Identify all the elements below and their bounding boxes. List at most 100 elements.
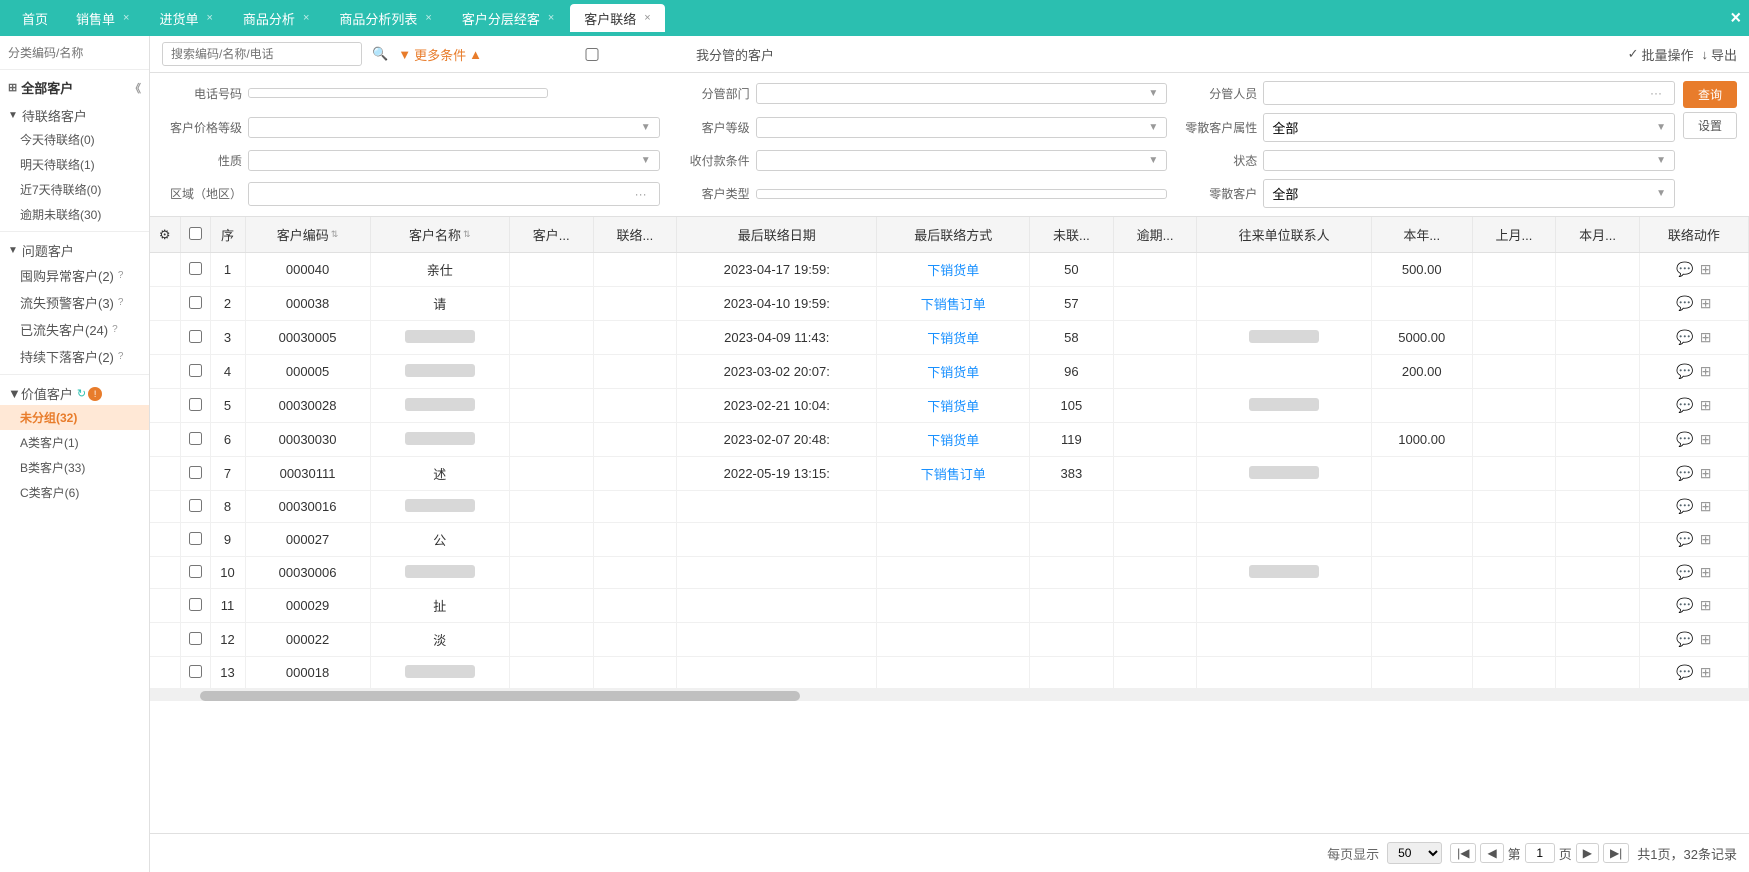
col-this-year-header[interactable]: 本年... bbox=[1371, 217, 1472, 253]
tab-customer-segment-close[interactable]: × bbox=[548, 12, 554, 24]
chat-icon[interactable]: 💬 bbox=[1676, 564, 1693, 581]
more-conditions-btn[interactable]: ▼ 更多条件 ▲ bbox=[398, 45, 482, 64]
chat-icon[interactable]: 💬 bbox=[1676, 664, 1693, 681]
grid-action-icon[interactable]: ⊞ bbox=[1700, 498, 1712, 515]
contact-method-link[interactable]: 下销货单 bbox=[927, 263, 979, 278]
row-checkbox[interactable] bbox=[189, 262, 202, 275]
cell-last-contact-method[interactable]: 下销货单 bbox=[877, 355, 1030, 389]
cell-checkbox[interactable] bbox=[180, 457, 210, 491]
tomorrow-pending-item[interactable]: 明天待联络(1) bbox=[0, 152, 149, 177]
purchase-anomaly-item[interactable]: 囤购异常客户(2) ? bbox=[0, 262, 149, 289]
grid-action-icon[interactable]: ⊞ bbox=[1700, 329, 1712, 346]
batch-operations-btn[interactable]: ✓ 批量操作 bbox=[1628, 45, 1694, 64]
status-input[interactable]: ▼ bbox=[1263, 150, 1675, 171]
next-page-btn[interactable]: ▶ bbox=[1576, 843, 1599, 863]
class-c-item[interactable]: C类客户(6) bbox=[0, 480, 149, 505]
tab-sales-close[interactable]: × bbox=[123, 12, 129, 24]
col-last-contact-date-header[interactable]: 最后联络日期 bbox=[677, 217, 877, 253]
today-pending-item[interactable]: 今天待联络(0) bbox=[0, 127, 149, 152]
first-page-btn[interactable]: |◀ bbox=[1450, 843, 1476, 863]
customer-level-input[interactable]: ▼ bbox=[756, 117, 1168, 138]
cell-last-contact-method[interactable] bbox=[877, 623, 1030, 657]
search-input[interactable] bbox=[162, 42, 362, 66]
grid-action-icon[interactable]: ⊞ bbox=[1700, 597, 1712, 614]
prev-page-btn[interactable]: ◀ bbox=[1480, 843, 1503, 863]
col-checkbox-header[interactable] bbox=[180, 217, 210, 253]
region-input[interactable]: ··· bbox=[248, 182, 660, 206]
col-settings-header[interactable]: ⚙ bbox=[150, 217, 180, 253]
cell-last-contact-method[interactable] bbox=[877, 523, 1030, 557]
row-checkbox[interactable] bbox=[189, 330, 202, 343]
week-pending-item[interactable]: 近7天待联络(0) bbox=[0, 177, 149, 202]
price-level-input[interactable]: ▼ bbox=[248, 117, 660, 138]
tab-analysis-list[interactable]: 商品分析列表 × bbox=[325, 4, 445, 32]
overdue-pending-item[interactable]: 逾期未联络(30) bbox=[0, 202, 149, 227]
cell-last-contact-method[interactable]: 下销售订单 bbox=[877, 457, 1030, 491]
last-page-btn[interactable]: ▶| bbox=[1603, 843, 1629, 863]
reset-button[interactable]: 设置 bbox=[1683, 112, 1737, 139]
cell-checkbox[interactable] bbox=[180, 657, 210, 689]
cell-checkbox[interactable] bbox=[180, 623, 210, 657]
nature-input[interactable]: ▼ bbox=[248, 150, 660, 171]
window-close-button[interactable]: × bbox=[1730, 8, 1741, 29]
cell-checkbox[interactable] bbox=[180, 253, 210, 287]
grid-action-icon[interactable]: ⊞ bbox=[1700, 465, 1712, 482]
cell-checkbox[interactable] bbox=[180, 491, 210, 523]
grid-action-icon[interactable]: ⊞ bbox=[1700, 631, 1712, 648]
page-size-select[interactable]: 501020100 bbox=[1387, 842, 1442, 864]
row-checkbox[interactable] bbox=[189, 598, 202, 611]
row-checkbox[interactable] bbox=[189, 296, 202, 309]
cell-checkbox[interactable] bbox=[180, 589, 210, 623]
col-no-contact-header[interactable]: 未联... bbox=[1030, 217, 1114, 253]
cell-checkbox[interactable] bbox=[180, 321, 210, 355]
payment-input[interactable]: ▼ bbox=[756, 150, 1168, 171]
row-checkbox[interactable] bbox=[189, 499, 202, 512]
cell-checkbox[interactable] bbox=[180, 523, 210, 557]
search-icon[interactable]: 🔍 bbox=[372, 46, 388, 62]
customer-type-input[interactable] bbox=[756, 189, 1168, 199]
cell-checkbox[interactable] bbox=[180, 389, 210, 423]
col-contact-header[interactable]: 联络... bbox=[593, 217, 677, 253]
row-checkbox[interactable] bbox=[189, 632, 202, 645]
cell-last-contact-method[interactable]: 下销货单 bbox=[877, 321, 1030, 355]
tab-customer-segment[interactable]: 客户分层经客 × bbox=[448, 4, 568, 32]
sidebar-search-input[interactable] bbox=[8, 46, 150, 60]
contact-method-link[interactable]: 下销货单 bbox=[927, 331, 979, 346]
refresh-icon[interactable]: ↻ bbox=[77, 387, 86, 400]
tab-analysis[interactable]: 商品分析 × bbox=[229, 4, 323, 32]
retail-attr-input[interactable]: 全部 ▼ bbox=[1263, 113, 1675, 142]
problem-customer-group[interactable]: ▼ 问题客户 bbox=[0, 236, 149, 262]
select-all-checkbox[interactable] bbox=[189, 227, 202, 240]
page-number-input[interactable] bbox=[1525, 843, 1555, 863]
cell-last-contact-method[interactable] bbox=[877, 557, 1030, 589]
person-ellipsis[interactable]: ··· bbox=[1646, 86, 1666, 100]
row-checkbox[interactable] bbox=[189, 565, 202, 578]
cell-checkbox[interactable] bbox=[180, 355, 210, 389]
tab-purchase[interactable]: 进货单 × bbox=[145, 4, 226, 32]
chat-icon[interactable]: 💬 bbox=[1676, 431, 1693, 448]
grid-action-icon[interactable]: ⊞ bbox=[1700, 295, 1712, 312]
grid-action-icon[interactable]: ⊞ bbox=[1700, 363, 1712, 380]
contact-method-link[interactable]: 下销售订单 bbox=[921, 297, 986, 312]
flow-warning-item[interactable]: 流失预警客户(3) ? bbox=[0, 289, 149, 316]
cell-last-contact-method[interactable] bbox=[877, 491, 1030, 523]
sidebar-collapse-btn[interactable]: 《 bbox=[130, 80, 141, 96]
phone-input[interactable] bbox=[248, 88, 548, 98]
tab-purchase-close[interactable]: × bbox=[206, 12, 212, 24]
row-checkbox[interactable] bbox=[189, 466, 202, 479]
tab-analysis-close[interactable]: × bbox=[303, 12, 309, 24]
cell-checkbox[interactable] bbox=[180, 423, 210, 457]
chat-icon[interactable]: 💬 bbox=[1676, 397, 1693, 414]
col-overdue-header[interactable]: 逾期... bbox=[1113, 217, 1197, 253]
class-a-item[interactable]: A类客户(1) bbox=[0, 430, 149, 455]
chat-icon[interactable]: 💬 bbox=[1676, 363, 1693, 380]
row-checkbox[interactable] bbox=[189, 364, 202, 377]
tab-sales[interactable]: 销售单 × bbox=[62, 4, 143, 32]
dept-input[interactable]: ▼ bbox=[756, 83, 1168, 104]
col-name-header[interactable]: 客户名称⇅ bbox=[370, 217, 509, 253]
chat-icon[interactable]: 💬 bbox=[1676, 465, 1693, 482]
all-customers-header[interactable]: ⊞ 全部客户 《 bbox=[0, 70, 149, 101]
col-partner-contact-header[interactable]: 往来单位联系人 bbox=[1197, 217, 1372, 253]
row-checkbox[interactable] bbox=[189, 665, 202, 678]
region-ellipsis[interactable]: ··· bbox=[631, 187, 651, 201]
